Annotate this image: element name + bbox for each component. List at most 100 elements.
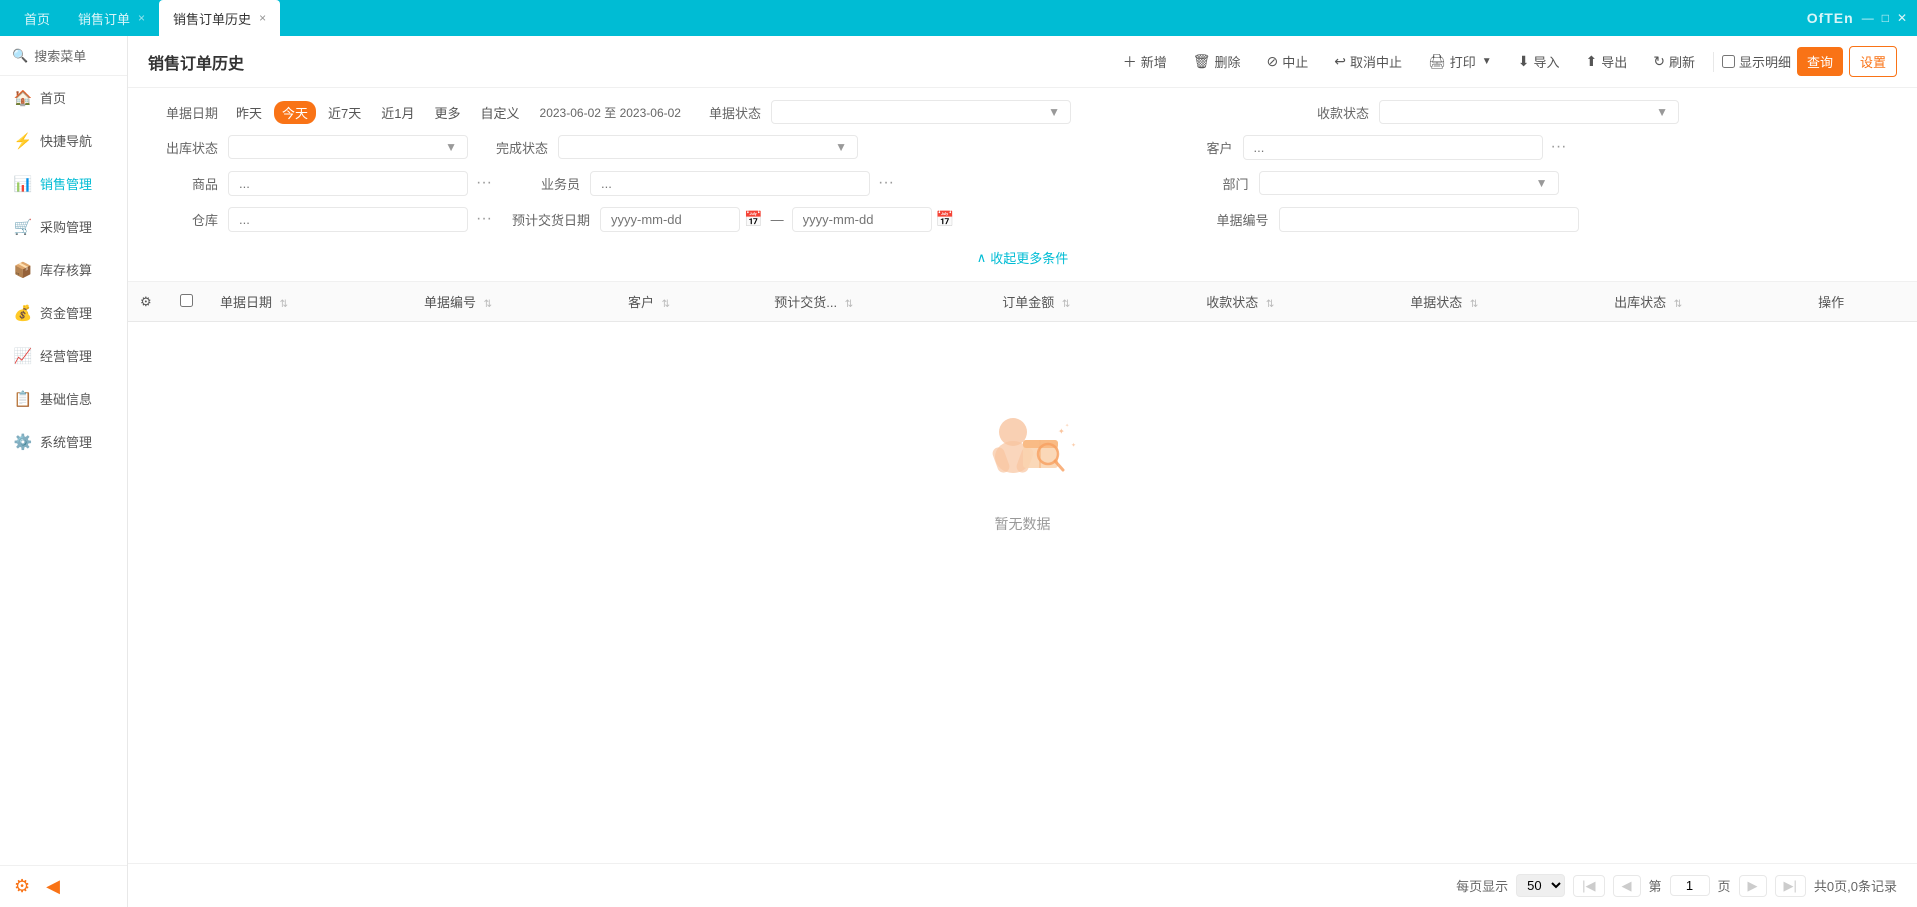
col-order-status[interactable]: 单据状态 ⇅: [1398, 282, 1602, 322]
sidebar-item-purchase-label: 采购管理: [40, 217, 92, 236]
order-status-select[interactable]: ▼: [771, 100, 1071, 124]
sidebar-search-label: 搜索菜单: [34, 46, 86, 65]
sidebar-collapse-icon[interactable]: ◀: [46, 876, 60, 897]
tab-sales-order[interactable]: 销售订单 ×: [64, 0, 159, 36]
date-btn-7days[interactable]: 近7天: [320, 101, 369, 124]
amount-sort-icon: ⇅: [1062, 299, 1070, 310]
delivery-date-to[interactable]: [792, 207, 932, 232]
sidebar-item-system-mgmt[interactable]: ⚙️ 系统管理: [0, 420, 127, 463]
sidebar-item-finance[interactable]: 💰 资金管理: [0, 291, 127, 334]
delivery-date-from-cal-icon[interactable]: 📅: [744, 210, 763, 228]
new-label: 新增: [1141, 52, 1167, 71]
display-toggle-label: 显示明细: [1739, 52, 1791, 71]
salesman-input[interactable]: [590, 171, 870, 196]
outbound-select[interactable]: ▼: [228, 135, 468, 159]
complete-select[interactable]: ▼: [558, 135, 858, 159]
display-toggle[interactable]: 显示明细: [1722, 52, 1791, 71]
cancel-suspend-button[interactable]: ↩ 取消中止: [1324, 47, 1412, 76]
tab-home[interactable]: 首页: [10, 0, 64, 36]
print-button[interactable]: 🖨 打印 ▼: [1418, 47, 1502, 76]
settings-button[interactable]: 设置: [1849, 46, 1897, 77]
cancel-suspend-label: 取消中止: [1350, 52, 1402, 71]
col-receipt-status[interactable]: 收款状态 ⇅: [1194, 282, 1398, 322]
col-date[interactable]: 单据日期 ⇅: [208, 282, 412, 322]
refresh-button[interactable]: ↻ 刷新: [1643, 47, 1705, 76]
customer-more-icon[interactable]: ···: [1543, 134, 1575, 160]
order-num-label: 单据编号: [1199, 210, 1279, 229]
sidebar-settings-icon[interactable]: ⚙: [14, 876, 30, 897]
tab-sales-order-history[interactable]: 销售订单历史 ×: [159, 0, 280, 36]
sidebar-search[interactable]: 🔍 搜索菜单: [0, 36, 127, 76]
warehouse-input[interactable]: [228, 207, 468, 232]
col-outbound-status[interactable]: 出库状态 ⇅: [1602, 282, 1806, 322]
select-all-checkbox[interactable]: [180, 294, 193, 307]
goods-more-icon[interactable]: ···: [468, 170, 500, 196]
col-settings[interactable]: ⚙: [128, 282, 168, 322]
import-label: 导入: [1533, 52, 1559, 71]
col-customer[interactable]: 客户 ⇅: [616, 282, 762, 322]
new-button[interactable]: ＋ 新增: [1113, 47, 1177, 77]
query-label: 查询: [1807, 52, 1833, 71]
delete-button[interactable]: 🗑 删除: [1183, 47, 1251, 76]
col-checkbox[interactable]: [168, 282, 208, 322]
query-button[interactable]: 查询: [1797, 47, 1843, 76]
purchase-icon: 🛒: [14, 218, 32, 236]
date-btn-more[interactable]: 更多: [427, 101, 469, 124]
tab-sales-order-history-close[interactable]: ×: [259, 11, 266, 25]
operations-icon: 📈: [14, 347, 32, 365]
import-button[interactable]: ⬇ 导入: [1508, 47, 1570, 76]
collapse-button[interactable]: ∧ 收起更多条件: [148, 242, 1897, 269]
system-icon: ⚙️: [14, 433, 32, 451]
window-min[interactable]: —: [1862, 11, 1874, 25]
sidebar-item-sales-mgmt[interactable]: 📊 销售管理: [0, 162, 127, 205]
window-close[interactable]: ✕: [1897, 11, 1907, 25]
date-btn-today[interactable]: 今天: [274, 101, 316, 124]
per-page-label: 每页显示: [1456, 876, 1508, 895]
last-page-btn[interactable]: ▶|: [1775, 875, 1806, 897]
export-button[interactable]: ⬆ 导出: [1575, 47, 1637, 76]
finance-icon: 💰: [14, 304, 32, 322]
receipt-status-select[interactable]: ▼: [1379, 100, 1679, 124]
page-input[interactable]: [1670, 875, 1710, 896]
sidebar-item-operations[interactable]: 📈 经营管理: [0, 334, 127, 377]
main-layout: 🔍 搜索菜单 🏠 首页 ⚡ 快捷导航 📊 销售管理 🛒 采购管理 📦 库存核算 …: [0, 36, 1917, 907]
outbound-label: 出库状态: [148, 138, 228, 157]
sidebar-item-inventory[interactable]: 📦 库存核算: [0, 248, 127, 291]
date-btn-custom[interactable]: 自定义: [473, 101, 528, 124]
display-toggle-checkbox[interactable]: [1722, 55, 1735, 68]
sidebar-item-purchase-mgmt[interactable]: 🛒 采购管理: [0, 205, 127, 248]
page-label: 第: [1649, 876, 1662, 895]
delivery-date-from[interactable]: [600, 207, 740, 232]
order-num-input[interactable]: [1279, 207, 1579, 232]
warehouse-more-icon[interactable]: ···: [468, 206, 500, 232]
first-page-btn[interactable]: |◀: [1573, 875, 1604, 897]
outbound-sort-icon: ⇅: [1674, 299, 1682, 310]
print-icon: 🖨: [1428, 53, 1446, 70]
date-btn-yesterday[interactable]: 昨天: [228, 101, 270, 124]
col-number[interactable]: 单据编号 ⇅: [412, 282, 616, 322]
delivery-sort-icon: ⇅: [845, 299, 853, 310]
salesman-more-icon[interactable]: ···: [870, 170, 902, 196]
date-btn-1month[interactable]: 近1月: [373, 101, 422, 124]
tab-sales-order-close[interactable]: ×: [138, 11, 145, 25]
dept-select[interactable]: ▼: [1259, 171, 1559, 195]
per-page-select[interactable]: 50: [1516, 874, 1565, 897]
sidebar-item-basic-info[interactable]: 📋 基础信息: [0, 377, 127, 420]
col-amount[interactable]: 订单金额 ⇅: [990, 282, 1194, 322]
goods-input[interactable]: [228, 171, 468, 196]
order-status-label: 单据状态: [681, 103, 771, 122]
window-max[interactable]: □: [1882, 11, 1889, 25]
col-delivery-date[interactable]: 预计交货... ⇅: [762, 282, 990, 322]
suspend-button[interactable]: ⊘ 中止: [1257, 47, 1319, 76]
filter-row-1: 单据日期 昨天 今天 近7天 近1月 更多 自定义 2023-06-02 至 2…: [148, 100, 1897, 124]
date-presets: 昨天 今天 近7天 近1月 更多 自定义 2023-06-02 至 2023-0…: [228, 101, 681, 124]
customer-input[interactable]: [1243, 135, 1543, 160]
toolbar: ＋ 新增 🗑 删除 ⊘ 中止 ↩ 取消中止 🖨 打印: [1113, 46, 1897, 77]
prev-page-btn[interactable]: ◀: [1613, 875, 1641, 897]
sidebar-item-home[interactable]: 🏠 首页: [0, 76, 127, 119]
next-page-btn[interactable]: ▶: [1739, 875, 1767, 897]
customer-sort-icon: ⇅: [662, 299, 670, 310]
sidebar-item-quick-nav[interactable]: ⚡ 快捷导航: [0, 119, 127, 162]
tab-sales-order-label: 销售订单: [78, 9, 130, 28]
delivery-date-to-cal-icon[interactable]: 📅: [936, 210, 955, 228]
